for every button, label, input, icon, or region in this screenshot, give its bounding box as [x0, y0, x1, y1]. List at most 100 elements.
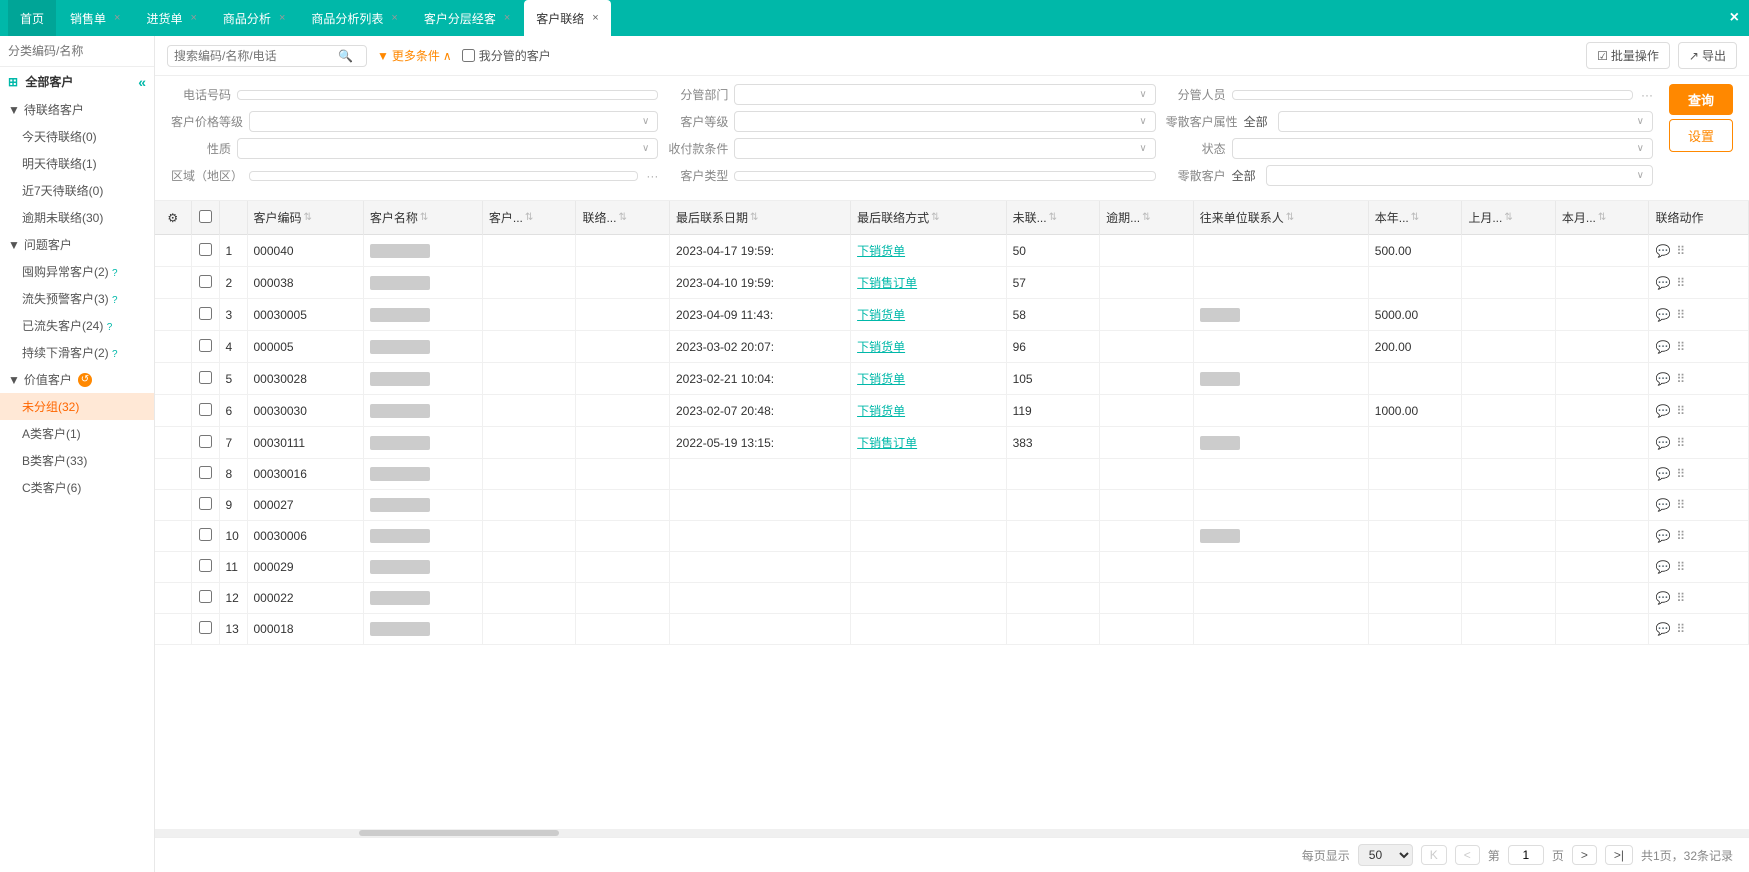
tab-product-analysis[interactable]: 商品分析 ×	[211, 0, 297, 36]
sidebar-item-hoarding-abnormal[interactable]: 囤购异常客户(2) ?	[0, 258, 154, 285]
phone-input[interactable]	[237, 90, 658, 100]
row-checkbox[interactable]	[199, 435, 212, 448]
status-select[interactable]: ∨	[1232, 138, 1653, 159]
main-search-input[interactable]	[174, 49, 334, 63]
sidebar-item-today-contact[interactable]: 今天待联络(0)	[0, 123, 154, 150]
sidebar-collapse-icon[interactable]: «	[138, 74, 146, 90]
checkbox-column-header[interactable]	[191, 201, 219, 235]
chat-action-icon[interactable]: 💬	[1655, 244, 1670, 258]
checkbox-cell[interactable]	[191, 331, 219, 363]
price-level-select[interactable]: ∨	[249, 111, 658, 132]
sidebar-item-class-a[interactable]: A类客户(1)	[0, 420, 154, 447]
checkbox-cell[interactable]	[191, 299, 219, 331]
sidebar-item-class-c[interactable]: C类客户(6)	[0, 474, 154, 501]
sidebar-item-declining[interactable]: 持续下滑客户(2) ?	[0, 339, 154, 366]
contact-method-link[interactable]: 下销货单	[857, 340, 905, 354]
row-checkbox[interactable]	[199, 243, 212, 256]
last-contact-method-cell[interactable]: 下销货单	[851, 235, 1007, 267]
my-customers-checkbox[interactable]: 我分管的客户	[462, 47, 551, 64]
row-checkbox[interactable]	[199, 371, 212, 384]
value-customers-group[interactable]: ▼ 价值客户 ↺	[0, 366, 154, 393]
customer-level-select[interactable]: ∨	[734, 111, 1155, 132]
last-contact-method-cell[interactable]: 下销售订单	[851, 267, 1007, 299]
row-checkbox[interactable]	[199, 307, 212, 320]
pending-contact-group[interactable]: ▼ 待联络客户	[0, 96, 154, 123]
more-action-icon[interactable]: ⠿	[1676, 308, 1685, 322]
customer-name-column-header[interactable]: 客户名称	[363, 201, 482, 235]
checkbox-cell[interactable]	[191, 583, 219, 614]
page-number-input[interactable]	[1508, 845, 1544, 865]
last-contact-method-cell[interactable]: 下销货单	[851, 395, 1007, 427]
last-page-button[interactable]: >|	[1605, 845, 1633, 865]
horizontal-scrollbar[interactable]	[155, 829, 1749, 837]
sidebar-item-unclassified[interactable]: 未分组(32)	[0, 393, 154, 420]
last-contact-method-cell[interactable]: 下销货单	[851, 363, 1007, 395]
more-action-icon[interactable]: ⠿	[1676, 498, 1685, 512]
chat-action-icon[interactable]: 💬	[1655, 436, 1670, 450]
no-contact-column-header[interactable]: 未联...	[1006, 201, 1100, 235]
contact-method-link[interactable]: 下销售订单	[857, 436, 917, 450]
more-action-icon[interactable]: ⠿	[1676, 529, 1685, 543]
reset-button[interactable]: 设置	[1669, 119, 1733, 152]
sidebar-search-input[interactable]	[8, 44, 155, 58]
more-action-icon[interactable]: ⠿	[1676, 340, 1685, 354]
tab-purchase[interactable]: 进货单 ×	[134, 0, 208, 36]
chat-action-icon[interactable]: 💬	[1655, 467, 1670, 481]
close-product-analysis-tab[interactable]: ×	[279, 12, 285, 24]
contact-person-column-header[interactable]: 往来单位联系人	[1193, 201, 1368, 235]
dept-select[interactable]: ∨	[734, 84, 1155, 105]
last-month-column-header[interactable]: 上月...	[1462, 201, 1556, 235]
close-all-tabs-button[interactable]: ×	[1730, 9, 1739, 27]
contact-method-link[interactable]: 下销货单	[857, 404, 905, 418]
more-action-icon[interactable]: ⠿	[1676, 244, 1685, 258]
settings-gear-icon[interactable]: ⚙	[167, 211, 178, 225]
more-action-icon[interactable]: ⠿	[1676, 560, 1685, 574]
customer-type-input[interactable]	[734, 171, 1155, 181]
sidebar-item-overdue-contact[interactable]: 逾期未联络(30)	[0, 204, 154, 231]
last-contact-method-cell[interactable]	[851, 521, 1007, 552]
nature-select[interactable]: ∨	[237, 138, 658, 159]
last-contact-method-cell[interactable]	[851, 459, 1007, 490]
per-page-select[interactable]: 50 100 200	[1358, 844, 1413, 866]
contact-column-header[interactable]: 联络...	[576, 201, 670, 235]
contact-method-link[interactable]: 下销货单	[857, 372, 905, 386]
row-checkbox[interactable]	[199, 528, 212, 541]
checkbox-cell[interactable]	[191, 490, 219, 521]
close-purchase-tab[interactable]: ×	[190, 12, 196, 24]
last-contact-method-cell[interactable]	[851, 552, 1007, 583]
batch-operation-button[interactable]: ☑ 批量操作	[1586, 42, 1670, 69]
row-checkbox[interactable]	[199, 403, 212, 416]
chat-action-icon[interactable]: 💬	[1655, 591, 1670, 605]
close-customer-segment-tab[interactable]: ×	[504, 12, 510, 24]
chat-action-icon[interactable]: 💬	[1655, 560, 1670, 574]
last-contact-method-cell[interactable]: 下销售订单	[851, 427, 1007, 459]
chat-action-icon[interactable]: 💬	[1655, 529, 1670, 543]
first-page-button[interactable]: K	[1421, 845, 1447, 865]
query-button[interactable]: 查询	[1669, 84, 1733, 115]
main-search-icon[interactable]: 🔍	[338, 49, 353, 63]
last-contact-method-cell[interactable]	[851, 490, 1007, 521]
next-page-button[interactable]: >	[1572, 845, 1597, 865]
contact-method-link[interactable]: 下销货单	[857, 244, 905, 258]
checkbox-cell[interactable]	[191, 552, 219, 583]
tab-sales[interactable]: 销售单 ×	[58, 0, 132, 36]
close-sales-tab[interactable]: ×	[114, 12, 120, 24]
checkbox-cell[interactable]	[191, 427, 219, 459]
chat-action-icon[interactable]: 💬	[1655, 372, 1670, 386]
retail-select[interactable]: ∨	[1266, 165, 1653, 186]
row-checkbox[interactable]	[199, 590, 212, 603]
sidebar-item-churned[interactable]: 已流失客户(24) ?	[0, 312, 154, 339]
retail-attr-select[interactable]: ∨	[1278, 111, 1653, 132]
last-contact-method-column-header[interactable]: 最后联络方式	[851, 201, 1007, 235]
chat-action-icon[interactable]: 💬	[1655, 498, 1670, 512]
chat-action-icon[interactable]: 💬	[1655, 308, 1670, 322]
main-search-box[interactable]: 🔍	[167, 45, 367, 67]
checkbox-cell[interactable]	[191, 235, 219, 267]
last-contact-date-column-header[interactable]: 最后联系日期	[670, 201, 851, 235]
checkbox-cell[interactable]	[191, 521, 219, 552]
region-dots[interactable]: ···	[646, 169, 658, 183]
sidebar-item-7days-contact[interactable]: 近7天待联络(0)	[0, 177, 154, 204]
tab-product-analysis-list[interactable]: 商品分析列表 ×	[299, 0, 409, 36]
more-action-icon[interactable]: ⠿	[1676, 436, 1685, 450]
row-checkbox[interactable]	[199, 339, 212, 352]
